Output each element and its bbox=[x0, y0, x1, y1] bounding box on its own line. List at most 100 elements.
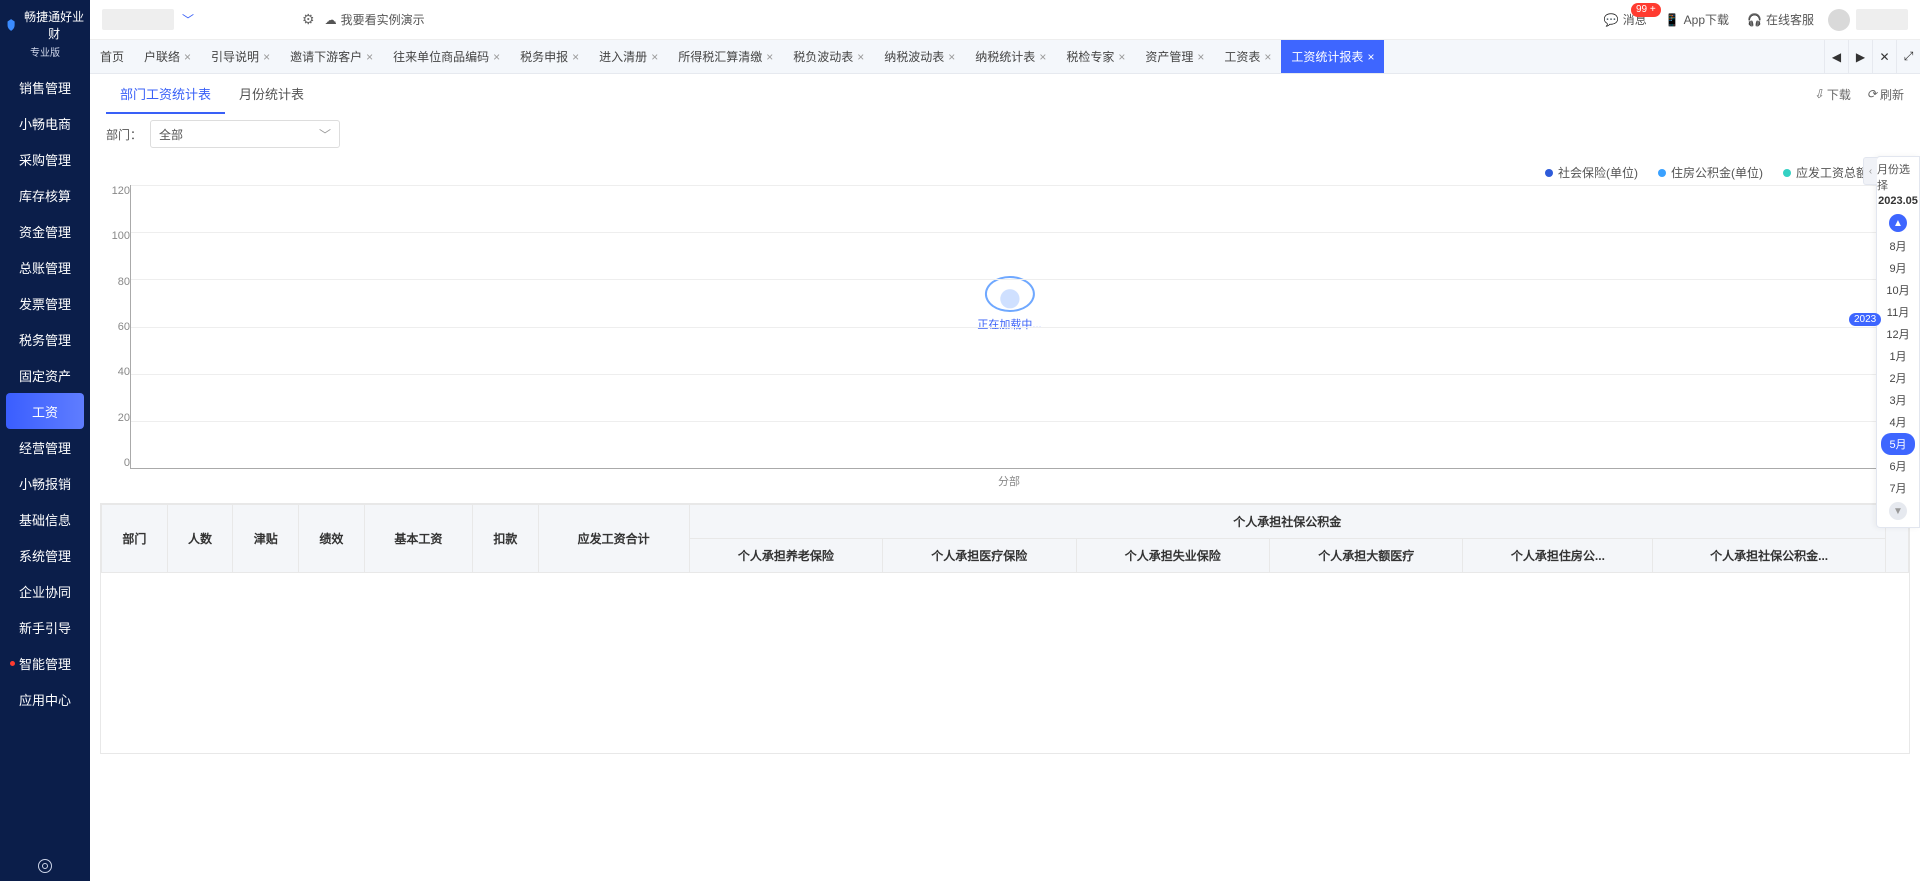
messages-badge: 99 + bbox=[1631, 3, 1661, 17]
tab[interactable]: 所得税汇算清缴× bbox=[668, 40, 783, 73]
legend-item[interactable]: 住房公积金(单位) bbox=[1658, 164, 1763, 181]
sidebar-item[interactable]: 资金管理 bbox=[0, 213, 90, 249]
sidebar-item[interactable]: 固定资产 bbox=[0, 357, 90, 393]
sidebar-item[interactable]: 基础信息 bbox=[0, 501, 90, 537]
legend-item[interactable]: 应发工资总额 bbox=[1783, 164, 1868, 181]
tabs-scroll: 首页户联络×引导说明×邀请下游客户×往来单位商品编码×税务申报×进入清册×所得税… bbox=[90, 40, 1824, 73]
brand-name: 畅捷通好业财 bbox=[22, 8, 86, 42]
messages-button[interactable]: 💬 消息 99 + bbox=[1600, 11, 1651, 28]
close-icon[interactable]: × bbox=[493, 50, 500, 64]
refresh-button[interactable]: ⟳刷新 bbox=[1867, 86, 1904, 103]
table-subheader: 个人承担养老保险 bbox=[689, 539, 882, 573]
subtab-row: 部门工资统计表 月份统计表 ⇩下载 ⟳刷新 bbox=[90, 74, 1920, 114]
tabbar: 首页户联络×引导说明×邀请下游客户×往来单位商品编码×税务申报×进入清册×所得税… bbox=[90, 40, 1920, 74]
sidebar-item[interactable]: 采购管理 bbox=[0, 141, 90, 177]
table-body-empty bbox=[101, 573, 1909, 753]
download-button[interactable]: ⇩下载 bbox=[1814, 86, 1851, 103]
tab[interactable]: 税负波动表× bbox=[783, 40, 874, 73]
tab[interactable]: 往来单位商品编码× bbox=[383, 40, 510, 73]
tab[interactable]: 工资统计报表× bbox=[1281, 40, 1384, 73]
tab[interactable]: 户联络× bbox=[134, 40, 201, 73]
tabs-scroll-right[interactable]: ▶ bbox=[1848, 40, 1872, 73]
tab[interactable]: 资产管理× bbox=[1135, 40, 1214, 73]
close-icon[interactable]: × bbox=[1039, 50, 1046, 64]
table-header: 扣款 bbox=[473, 505, 539, 573]
sidebar-item[interactable]: 小畅电商 bbox=[0, 105, 90, 141]
sidebar-item[interactable]: 小畅报销 bbox=[0, 465, 90, 501]
sidebar-item[interactable]: 库存核算 bbox=[0, 177, 90, 213]
month-option[interactable]: 4月 bbox=[1877, 411, 1919, 433]
sidebar-item[interactable]: 企业协同 bbox=[0, 573, 90, 609]
month-option[interactable]: 7月 bbox=[1877, 477, 1919, 499]
close-icon[interactable]: × bbox=[184, 50, 191, 64]
fullscreen-button[interactable]: ⤢ bbox=[1896, 40, 1920, 73]
month-option[interactable]: 3月 bbox=[1877, 389, 1919, 411]
month-option[interactable]: 10月 bbox=[1877, 279, 1919, 301]
sidebar-footer[interactable] bbox=[0, 851, 90, 881]
close-icon[interactable]: × bbox=[948, 50, 955, 64]
month-option[interactable]: 6月 bbox=[1877, 455, 1919, 477]
month-option[interactable]: 2月 bbox=[1877, 367, 1919, 389]
month-option[interactable]: 11月 bbox=[1877, 301, 1919, 323]
phone-icon: 📱 bbox=[1665, 13, 1680, 27]
company-selector[interactable]: ﹀ bbox=[102, 9, 292, 30]
dept-select[interactable]: 全部 ﹀ bbox=[150, 120, 340, 148]
close-icon[interactable]: × bbox=[857, 50, 864, 64]
chart-box: 120100806040200 正在加载中... 分部 bbox=[130, 185, 1888, 485]
sidebar-item[interactable]: 系统管理 bbox=[0, 537, 90, 573]
month-picker-handle[interactable]: ‹ bbox=[1863, 157, 1877, 185]
online-service-button[interactable]: 🎧 在线客服 bbox=[1743, 11, 1818, 28]
refresh-icon: ⟳ bbox=[1867, 87, 1877, 101]
sidebar-item[interactable]: 税务管理 bbox=[0, 321, 90, 357]
table-subheader: 个人承担社保公积金... bbox=[1653, 539, 1886, 573]
tab[interactable]: 首页 bbox=[90, 40, 134, 73]
tabs-scroll-left[interactable]: ◀ bbox=[1824, 40, 1848, 73]
table-subheader: 个人承担大额医疗 bbox=[1270, 539, 1463, 573]
gear-icon[interactable]: ⚙ bbox=[302, 11, 315, 28]
subtab-dept-stats[interactable]: 部门工资统计表 bbox=[106, 74, 225, 114]
close-icon[interactable]: × bbox=[651, 50, 658, 64]
tab[interactable]: 工资表× bbox=[1214, 40, 1281, 73]
month-picker-down[interactable]: ▼ bbox=[1889, 502, 1907, 520]
close-icon[interactable]: × bbox=[1264, 50, 1271, 64]
close-icon[interactable]: × bbox=[366, 50, 373, 64]
month-picker-up[interactable]: ▲ bbox=[1889, 214, 1907, 232]
filter-row: 部门： 全部 ﹀ bbox=[90, 114, 1920, 158]
tab[interactable]: 引导说明× bbox=[201, 40, 280, 73]
user-block[interactable] bbox=[1828, 9, 1908, 31]
sidebar-item[interactable]: 工资 bbox=[6, 393, 84, 429]
month-option[interactable]: 8月 bbox=[1877, 235, 1919, 257]
month-option[interactable]: 12月 bbox=[1877, 323, 1919, 345]
close-icon[interactable]: × bbox=[263, 50, 270, 64]
demo-label: 我要看实例演示 bbox=[341, 11, 425, 28]
tab[interactable]: 税检专家× bbox=[1056, 40, 1135, 73]
sidebar-item[interactable]: 新手引导 bbox=[0, 609, 90, 645]
tab[interactable]: 纳税波动表× bbox=[874, 40, 965, 73]
month-option[interactable]: 5月 bbox=[1881, 433, 1915, 455]
sidebar-item[interactable]: 总账管理 bbox=[0, 249, 90, 285]
tab[interactable]: 邀请下游客户× bbox=[280, 40, 383, 73]
tab[interactable]: 进入清册× bbox=[589, 40, 668, 73]
brand-edition: 专业版 bbox=[4, 44, 86, 59]
tab[interactable]: 税务申报× bbox=[510, 40, 589, 73]
legend-item[interactable]: 社会保险(单位) bbox=[1545, 164, 1638, 181]
close-icon[interactable]: × bbox=[1197, 50, 1204, 64]
close-icon[interactable]: × bbox=[572, 50, 579, 64]
close-icon[interactable]: × bbox=[766, 50, 773, 64]
month-option[interactable]: 1月 bbox=[1877, 345, 1919, 367]
subtab-month-stats[interactable]: 月份统计表 bbox=[225, 74, 318, 114]
sidebar-item[interactable]: 智能管理 bbox=[0, 645, 90, 681]
close-icon[interactable]: × bbox=[1118, 50, 1125, 64]
close-icon[interactable]: × bbox=[1367, 50, 1374, 64]
sidebar-item[interactable]: 发票管理 bbox=[0, 285, 90, 321]
app-download-button[interactable]: 📱 App下载 bbox=[1661, 11, 1733, 28]
sidebar: 畅捷通好业财 专业版 销售管理小畅电商采购管理库存核算资金管理总账管理发票管理税… bbox=[0, 0, 90, 881]
tabs-close-all[interactable]: ✕ bbox=[1872, 40, 1896, 73]
sidebar-item[interactable]: 销售管理 bbox=[0, 69, 90, 105]
month-picker-year-badge: 2023 bbox=[1849, 313, 1881, 326]
sidebar-item[interactable]: 应用中心 bbox=[0, 681, 90, 717]
tab[interactable]: 纳税统计表× bbox=[965, 40, 1056, 73]
month-option[interactable]: 9月 bbox=[1877, 257, 1919, 279]
demo-link[interactable]: ☁ 我要看实例演示 bbox=[325, 11, 425, 28]
sidebar-item[interactable]: 经营管理 bbox=[0, 429, 90, 465]
